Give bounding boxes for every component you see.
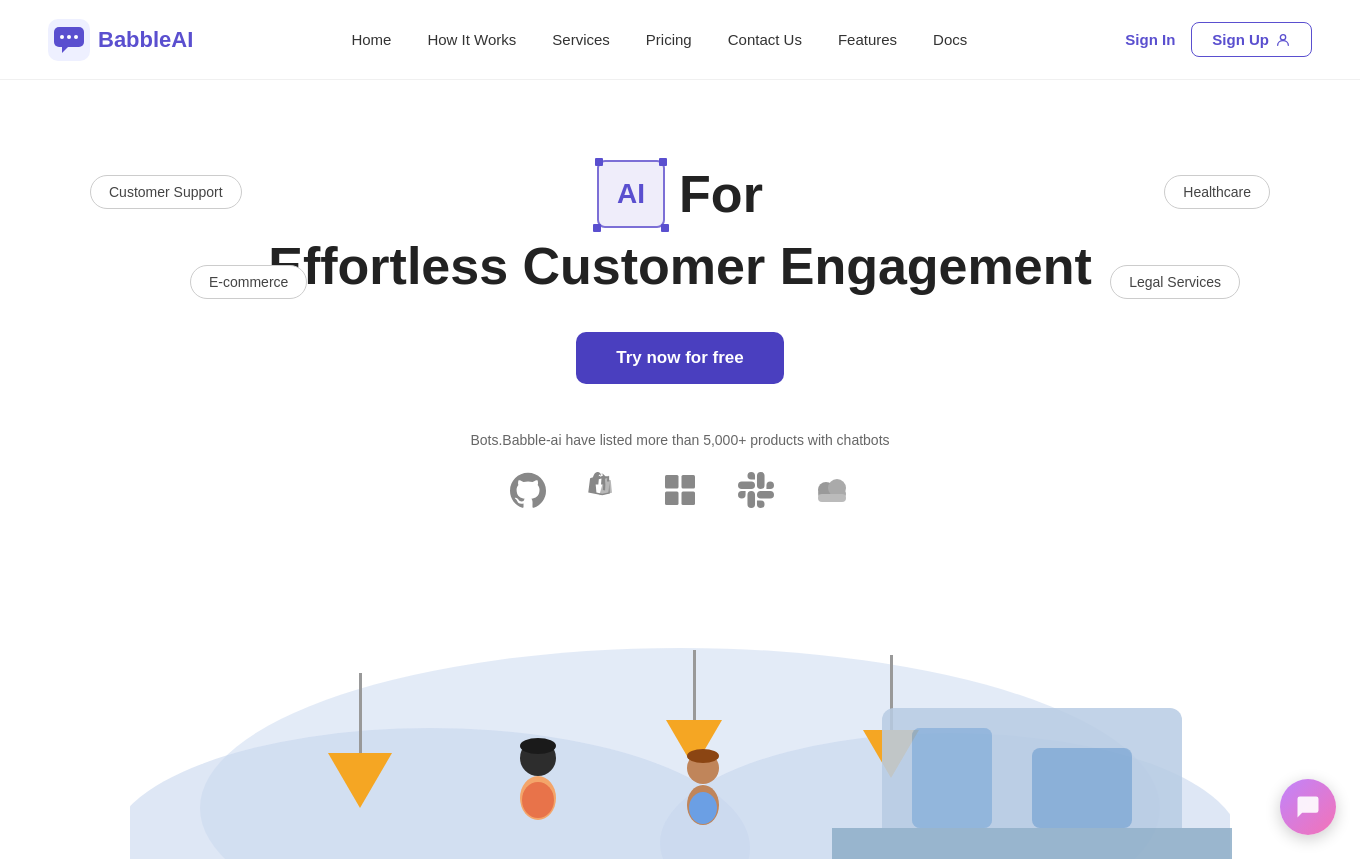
svg-rect-9 [682, 492, 696, 506]
shopify-logo [586, 472, 622, 508]
svg-point-2 [60, 35, 64, 39]
pill-customer-support: Customer Support [90, 175, 242, 209]
partner-text: Bots.Babble-ai have listed more than 5,0… [470, 432, 889, 448]
signup-button[interactable]: Sign Up [1191, 22, 1312, 57]
hero-section: Customer Support Healthcare E-commerce L… [0, 80, 1360, 859]
github-logo [510, 472, 546, 508]
partner-logos [510, 472, 850, 508]
nav-links: Home How It Works Services Pricing Conta… [351, 31, 967, 49]
hero-title-row: AI For [597, 160, 763, 228]
svg-point-20 [522, 782, 554, 818]
illustration [48, 588, 1312, 859]
pill-ecommerce: E-commerce [190, 265, 307, 299]
lamp-left [328, 673, 392, 808]
pill-healthcare: Healthcare [1164, 175, 1270, 209]
chat-widget-button[interactable] [1280, 779, 1336, 835]
pill-legal-services: Legal Services [1110, 265, 1240, 299]
svg-point-4 [74, 35, 78, 39]
svg-point-3 [67, 35, 71, 39]
svg-rect-6 [665, 475, 679, 489]
nav-how-it-works[interactable]: How It Works [427, 31, 516, 48]
building-bg [832, 668, 1232, 859]
svg-rect-7 [682, 475, 696, 489]
character-right [668, 730, 738, 840]
nav-docs[interactable]: Docs [933, 31, 967, 48]
svg-rect-8 [665, 492, 679, 506]
svg-rect-28 [1032, 748, 1132, 828]
signin-button[interactable]: Sign In [1125, 31, 1175, 48]
for-text: For [679, 164, 763, 224]
character-left [498, 718, 578, 838]
nav-contact[interactable]: Contact Us [728, 31, 802, 48]
ai-box-wrapper: AI [597, 160, 665, 228]
brand-name: BabbleAI [98, 27, 193, 53]
logo[interactable]: BabbleAI [48, 19, 193, 61]
nav-services[interactable]: Services [552, 31, 610, 48]
svg-point-24 [689, 792, 717, 824]
chat-widget-icon [1294, 793, 1322, 821]
nav-pricing[interactable]: Pricing [646, 31, 692, 48]
svg-point-23 [687, 749, 719, 763]
nav-actions: Sign In Sign Up [1125, 22, 1312, 57]
windows-logo [662, 472, 698, 508]
navbar: BabbleAI Home How It Works Services Pric… [0, 0, 1360, 80]
svg-point-5 [1280, 34, 1285, 39]
cloudflare-logo [814, 472, 850, 508]
svg-point-19 [520, 738, 556, 754]
svg-rect-27 [912, 728, 992, 828]
nav-home[interactable]: Home [351, 31, 391, 48]
ai-label-box: AI [597, 160, 665, 228]
logo-icon [48, 19, 90, 61]
svg-rect-13 [818, 494, 846, 502]
nav-features[interactable]: Features [838, 31, 897, 48]
cta-button[interactable]: Try now for free [576, 332, 784, 384]
user-icon [1275, 32, 1291, 48]
slack-logo [738, 472, 774, 508]
svg-rect-29 [832, 828, 1232, 859]
hero-subtitle: Effortless Customer Engagement [268, 236, 1092, 296]
